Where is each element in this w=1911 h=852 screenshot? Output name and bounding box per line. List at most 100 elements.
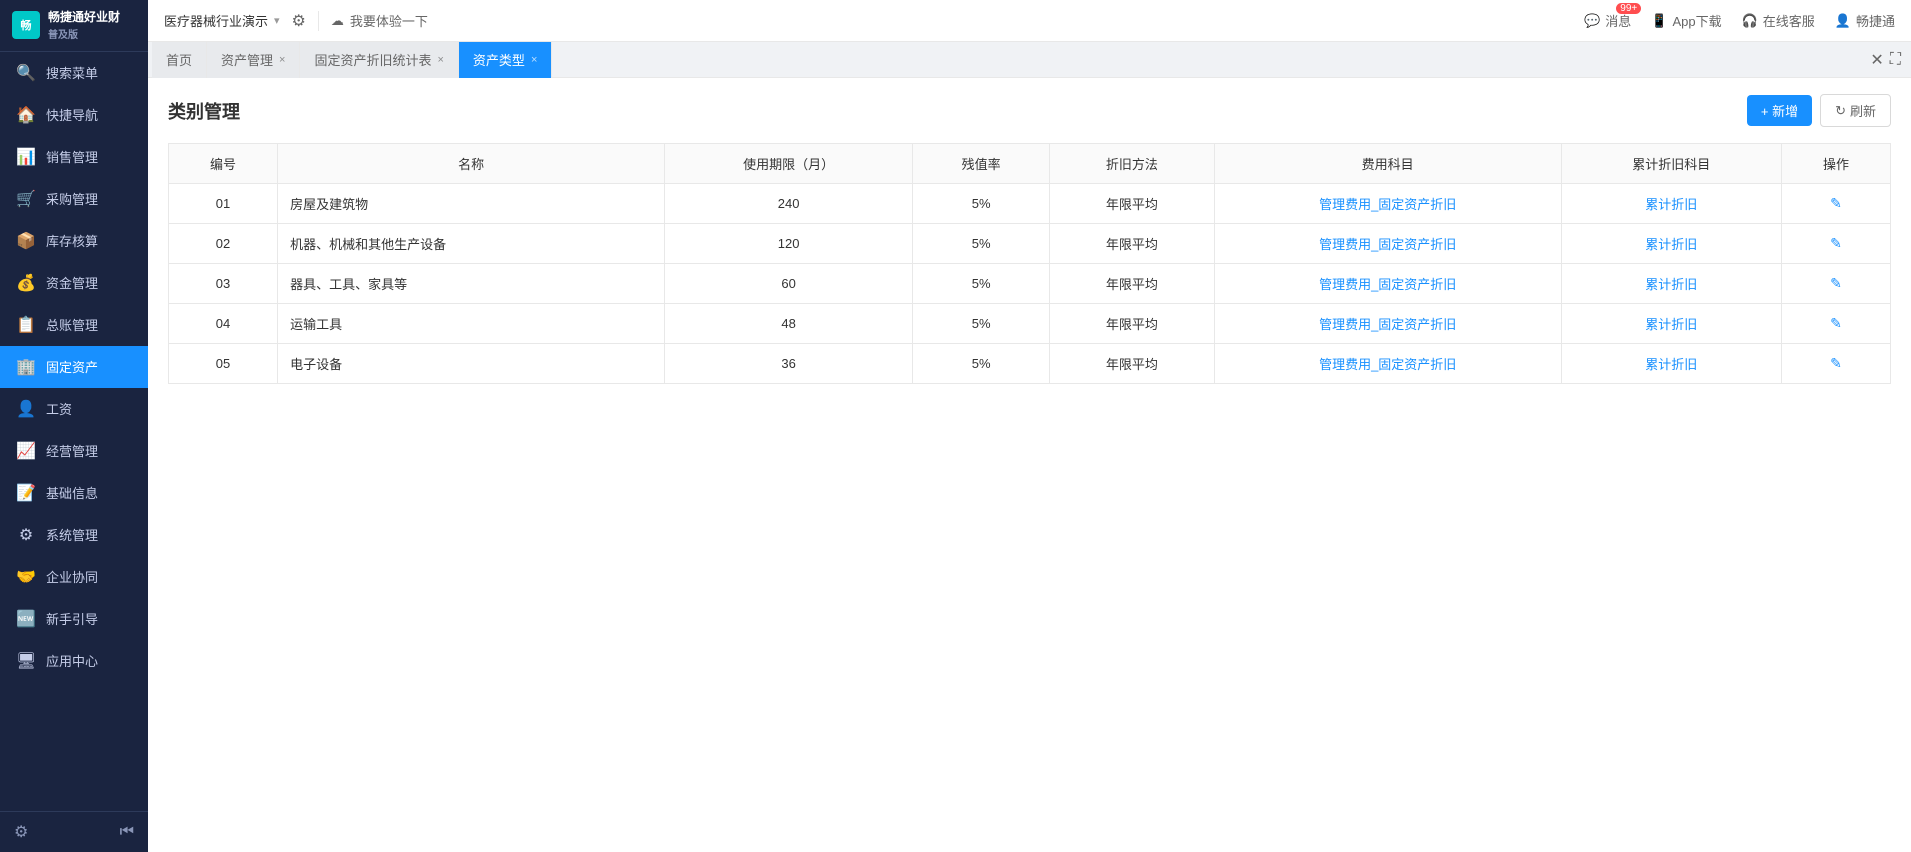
sidebar-label-enterprise: 企业协同 xyxy=(46,567,98,586)
tab-asset-type-close[interactable]: × xyxy=(531,54,537,66)
new-btn[interactable]: + 新增 xyxy=(1747,95,1812,126)
cell-name-4: 电子设备 xyxy=(278,344,665,384)
collapse-icon[interactable]: ⏮ xyxy=(120,823,134,841)
sidebar-label-inventory: 库存核算 xyxy=(46,231,98,250)
tab-depreciation-close[interactable]: × xyxy=(437,54,443,66)
cell-action-1: ✎ xyxy=(1781,224,1890,264)
sidebar-label-system: 系统管理 xyxy=(46,525,98,544)
tab-close-all-icon[interactable]: ✕ xyxy=(1870,50,1883,70)
sidebar-item-purchase[interactable]: 🛒 采购管理 xyxy=(0,178,148,220)
sidebar-item-quick-nav[interactable]: 🏠 快捷导航 xyxy=(0,94,148,136)
cell-action-4: ✎ xyxy=(1781,344,1890,384)
user-btn[interactable]: 👤 畅捷通 xyxy=(1835,11,1895,30)
edit-btn-0[interactable]: ✎ xyxy=(1830,195,1842,211)
company-name: 医疗器械行业演示 xyxy=(164,11,268,30)
cell-action-3: ✎ xyxy=(1781,304,1890,344)
cell-period-1: 120 xyxy=(665,224,913,264)
tab-asset-management[interactable]: 资产管理 × xyxy=(207,42,300,78)
page-header: 类别管理 + 新增 ↻ 刷新 xyxy=(168,94,1891,127)
page-actions: + 新增 ↻ 刷新 xyxy=(1747,94,1891,127)
cloud-icon: ☁ xyxy=(331,13,344,29)
cell-fee-1: 管理费用_固定资产折旧 xyxy=(1214,224,1561,264)
cell-name-2: 器具、工具、家具等 xyxy=(278,264,665,304)
cell-action-2: ✎ xyxy=(1781,264,1890,304)
sidebar-label-payroll: 工资 xyxy=(46,399,72,418)
table-row: 04 运输工具 48 5% 年限平均 管理费用_固定资产折旧 累计折旧 ✎ xyxy=(169,304,1891,344)
sales-icon: 📊 xyxy=(16,147,36,167)
app-version: 普及版 xyxy=(48,26,120,41)
sidebar-label-purchase: 采购管理 xyxy=(46,189,98,208)
sidebar-item-ledger[interactable]: 📋 总账管理 xyxy=(0,304,148,346)
cell-fee-3: 管理费用_固定资产折旧 xyxy=(1214,304,1561,344)
edit-btn-1[interactable]: ✎ xyxy=(1830,235,1842,251)
sidebar-item-basic-info[interactable]: 📝 基础信息 xyxy=(0,472,148,514)
cell-period-3: 48 xyxy=(665,304,913,344)
refresh-icon: ↻ xyxy=(1835,103,1846,119)
company-settings-icon[interactable]: ⚙ xyxy=(292,11,306,31)
company-selector[interactable]: 医疗器械行业演示 ▾ xyxy=(164,11,280,30)
tab-depreciation-table[interactable]: 固定资产折旧统计表 × xyxy=(300,42,458,78)
col-fee-subject: 费用科目 xyxy=(1214,144,1561,184)
col-id: 编号 xyxy=(169,144,278,184)
tab-home[interactable]: 首页 xyxy=(152,42,207,78)
sidebar: 畅 畅捷通好业财 普及版 🔍 搜索菜单 🏠 快捷导航 📊 销售管理 🛒 采购管理… xyxy=(0,0,148,852)
cell-name-1: 机器、机械和其他生产设备 xyxy=(278,224,665,264)
inventory-icon: 📦 xyxy=(16,231,36,251)
cell-residual-2: 5% xyxy=(913,264,1050,304)
sidebar-item-system[interactable]: ⚙ 系统管理 xyxy=(0,514,148,556)
sidebar-item-payroll[interactable]: 👤 工资 xyxy=(0,388,148,430)
topbar: 医疗器械行业演示 ▾ ⚙ ☁ 我要体验一下 💬 消息 99 📱 App下载 🎧 … xyxy=(148,0,1911,42)
sidebar-item-fixed-assets[interactable]: 🏢 固定资产 xyxy=(0,346,148,388)
tab-depreciation-label: 固定资产折旧统计表 xyxy=(314,50,431,69)
tabsbar: 首页 资产管理 × 固定资产折旧统计表 × 资产类型 × ✕ ⛶ xyxy=(148,42,1911,78)
cell-fee-0: 管理费用_固定资产折旧 xyxy=(1214,184,1561,224)
tab-asset-management-close[interactable]: × xyxy=(279,54,285,66)
customer-service-btn[interactable]: 🎧 在线客服 xyxy=(1742,11,1815,30)
cell-id-1: 02 xyxy=(169,224,278,264)
cell-method-0: 年限平均 xyxy=(1050,184,1215,224)
sidebar-label-ledger: 总账管理 xyxy=(46,315,98,334)
sidebar-label-basic-info: 基础信息 xyxy=(46,483,98,502)
purchase-icon: 🛒 xyxy=(16,189,36,209)
page-title: 类别管理 xyxy=(168,98,240,124)
table-row: 02 机器、机械和其他生产设备 120 5% 年限平均 管理费用_固定资产折旧 … xyxy=(169,224,1891,264)
sidebar-item-enterprise[interactable]: 🤝 企业协同 xyxy=(0,556,148,598)
cell-name-0: 房屋及建筑物 xyxy=(278,184,665,224)
tabsbar-actions: ✕ ⛶ xyxy=(1870,50,1907,70)
payroll-icon: 👤 xyxy=(16,399,36,419)
refresh-label: 刷新 xyxy=(1850,101,1876,120)
cell-fee-4: 管理费用_固定资产折旧 xyxy=(1214,344,1561,384)
cell-method-2: 年限平均 xyxy=(1050,264,1215,304)
sidebar-item-capital[interactable]: 💰 资金管理 xyxy=(0,262,148,304)
sidebar-item-app-center[interactable]: 🖥 应用中心 xyxy=(0,640,148,682)
cell-accum-1: 累计折旧 xyxy=(1561,224,1781,264)
tab-asset-type[interactable]: 资产类型 × xyxy=(459,42,552,78)
customer-service-label: 在线客服 xyxy=(1763,11,1815,30)
topbar-right: 💬 消息 99 📱 App下载 🎧 在线客服 👤 畅捷通 xyxy=(1584,11,1895,30)
cell-accum-3: 累计折旧 xyxy=(1561,304,1781,344)
sidebar-nav: 🔍 搜索菜单 🏠 快捷导航 📊 销售管理 🛒 采购管理 📦 库存核算 💰 资金管… xyxy=(0,52,148,811)
app-center-icon: 🖥 xyxy=(16,651,36,671)
messages-btn[interactable]: 💬 消息 99 xyxy=(1584,11,1631,30)
edit-btn-2[interactable]: ✎ xyxy=(1830,275,1842,291)
settings-bottom-icon[interactable]: ⚙ xyxy=(14,822,28,842)
edit-btn-3[interactable]: ✎ xyxy=(1830,315,1842,331)
refresh-btn[interactable]: ↻ 刷新 xyxy=(1820,94,1891,127)
headset-icon: 🎧 xyxy=(1742,13,1758,29)
sidebar-item-operations[interactable]: 📈 经营管理 xyxy=(0,430,148,472)
category-table: 编号 名称 使用期限（月） 残值率 折旧方法 费用科目 累计折旧科目 操作 01… xyxy=(168,143,1891,384)
cell-id-3: 04 xyxy=(169,304,278,344)
sidebar-label-operations: 经营管理 xyxy=(46,441,98,460)
sidebar-item-sales[interactable]: 📊 销售管理 xyxy=(0,136,148,178)
tab-expand-icon[interactable]: ⛶ xyxy=(1890,51,1901,69)
experience-btn[interactable]: ☁ 我要体验一下 xyxy=(331,11,428,30)
edit-btn-4[interactable]: ✎ xyxy=(1830,355,1842,371)
sidebar-item-inventory[interactable]: 📦 库存核算 xyxy=(0,220,148,262)
cell-residual-0: 5% xyxy=(913,184,1050,224)
app-download-btn[interactable]: 📱 App下载 xyxy=(1651,11,1721,30)
cell-accum-0: 累计折旧 xyxy=(1561,184,1781,224)
cell-id-4: 05 xyxy=(169,344,278,384)
sidebar-item-guide[interactable]: 🆕 新手引导 xyxy=(0,598,148,640)
avatar-icon: 👤 xyxy=(1835,13,1851,29)
sidebar-item-search[interactable]: 🔍 搜索菜单 xyxy=(0,52,148,94)
